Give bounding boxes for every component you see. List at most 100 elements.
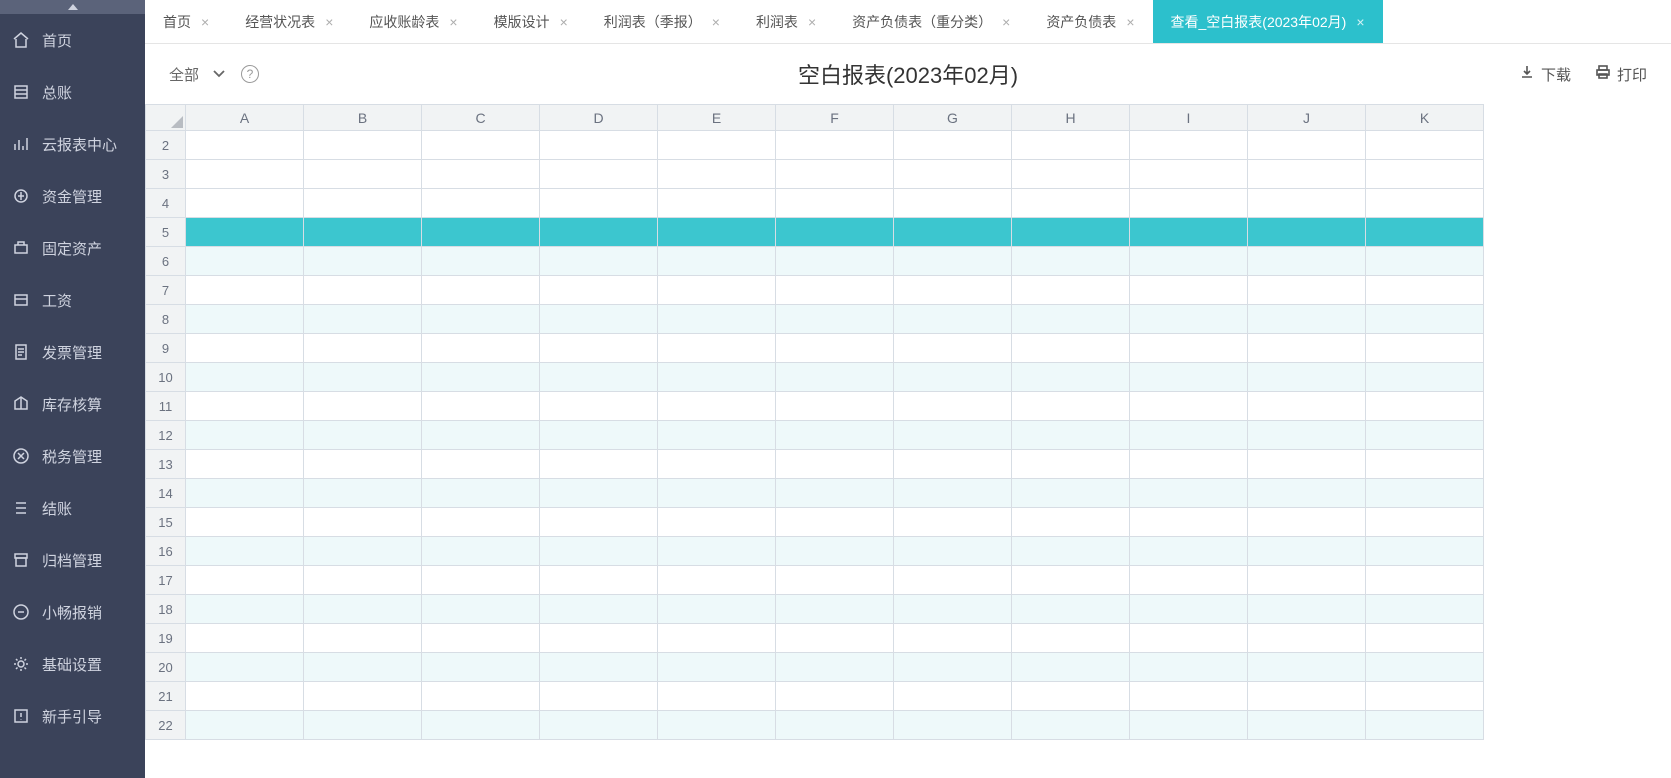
cell[interactable]	[186, 392, 304, 421]
cell[interactable]	[540, 218, 658, 247]
cell[interactable]	[186, 566, 304, 595]
cell[interactable]	[422, 508, 540, 537]
cell[interactable]	[1130, 682, 1248, 711]
cell[interactable]	[894, 189, 1012, 218]
cell[interactable]	[776, 363, 894, 392]
cell[interactable]	[776, 653, 894, 682]
cell[interactable]	[1130, 334, 1248, 363]
cell[interactable]	[776, 276, 894, 305]
cell[interactable]	[1248, 624, 1366, 653]
cell[interactable]	[1366, 305, 1484, 334]
cell[interactable]	[540, 566, 658, 595]
cell[interactable]	[1366, 131, 1484, 160]
cell[interactable]	[658, 218, 776, 247]
cell[interactable]	[1366, 508, 1484, 537]
col-header[interactable]: G	[894, 105, 1012, 131]
cell[interactable]	[186, 537, 304, 566]
cell[interactable]	[422, 363, 540, 392]
cell[interactable]	[1012, 537, 1130, 566]
cell[interactable]	[304, 711, 422, 740]
select-all-corner[interactable]	[146, 105, 186, 131]
cell[interactable]	[658, 160, 776, 189]
cell[interactable]	[658, 450, 776, 479]
row-header[interactable]: 22	[146, 711, 186, 740]
cell[interactable]	[1130, 537, 1248, 566]
row-header[interactable]: 15	[146, 508, 186, 537]
cell[interactable]	[304, 479, 422, 508]
cell[interactable]	[776, 334, 894, 363]
cell[interactable]	[422, 189, 540, 218]
cell[interactable]	[422, 450, 540, 479]
cell[interactable]	[894, 566, 1012, 595]
cell[interactable]	[186, 711, 304, 740]
cell[interactable]	[1248, 276, 1366, 305]
cell[interactable]	[1012, 160, 1130, 189]
cell[interactable]	[1248, 131, 1366, 160]
cell[interactable]	[1366, 218, 1484, 247]
cell[interactable]	[186, 160, 304, 189]
cell[interactable]	[894, 276, 1012, 305]
cell[interactable]	[540, 131, 658, 160]
cell[interactable]	[304, 508, 422, 537]
cell[interactable]	[304, 595, 422, 624]
cell[interactable]	[1248, 363, 1366, 392]
cell[interactable]	[776, 450, 894, 479]
tab[interactable]: 查看_空白报表(2023年02月)×	[1153, 0, 1383, 43]
cell[interactable]	[304, 624, 422, 653]
cell[interactable]	[422, 624, 540, 653]
cell[interactable]	[776, 479, 894, 508]
cell[interactable]	[540, 450, 658, 479]
close-icon[interactable]: ×	[560, 15, 568, 29]
cell[interactable]	[186, 479, 304, 508]
cell[interactable]	[776, 131, 894, 160]
cell[interactable]	[658, 276, 776, 305]
cell[interactable]	[304, 247, 422, 276]
row-header[interactable]: 12	[146, 421, 186, 450]
cell[interactable]	[894, 160, 1012, 189]
row-header[interactable]: 11	[146, 392, 186, 421]
cell[interactable]	[422, 392, 540, 421]
cell[interactable]	[1012, 595, 1130, 624]
cell[interactable]	[1012, 653, 1130, 682]
cell[interactable]	[186, 421, 304, 450]
sidebar-scroll-up[interactable]	[0, 0, 145, 14]
filter-dropdown[interactable]: 全部	[169, 64, 225, 85]
sidebar-item-salary[interactable]: 工资	[0, 274, 145, 326]
cell[interactable]	[1012, 682, 1130, 711]
cell[interactable]	[422, 218, 540, 247]
col-header[interactable]: B	[304, 105, 422, 131]
cell[interactable]	[304, 160, 422, 189]
cell[interactable]	[304, 421, 422, 450]
cell[interactable]	[658, 624, 776, 653]
cell[interactable]	[776, 537, 894, 566]
cell[interactable]	[422, 479, 540, 508]
cell[interactable]	[304, 392, 422, 421]
cell[interactable]	[776, 189, 894, 218]
cell[interactable]	[304, 682, 422, 711]
cell[interactable]	[658, 189, 776, 218]
row-header[interactable]: 10	[146, 363, 186, 392]
cell[interactable]	[540, 160, 658, 189]
cell[interactable]	[658, 653, 776, 682]
cell[interactable]	[1012, 189, 1130, 218]
cell[interactable]	[1366, 566, 1484, 595]
cell[interactable]	[1012, 247, 1130, 276]
row-header[interactable]: 9	[146, 334, 186, 363]
cell[interactable]	[422, 595, 540, 624]
cell[interactable]	[776, 624, 894, 653]
cell[interactable]	[1012, 218, 1130, 247]
close-icon[interactable]: ×	[1356, 15, 1364, 29]
cell[interactable]	[540, 421, 658, 450]
cell[interactable]	[1366, 160, 1484, 189]
tab[interactable]: 经营状况表×	[227, 0, 351, 43]
cell[interactable]	[304, 363, 422, 392]
sidebar-item-tax[interactable]: 税务管理	[0, 430, 145, 482]
cell[interactable]	[186, 363, 304, 392]
cell[interactable]	[1366, 653, 1484, 682]
cell[interactable]	[422, 653, 540, 682]
cell[interactable]	[1366, 421, 1484, 450]
row-header[interactable]: 20	[146, 653, 186, 682]
row-header[interactable]: 6	[146, 247, 186, 276]
cell[interactable]	[1012, 508, 1130, 537]
cell[interactable]	[1366, 595, 1484, 624]
